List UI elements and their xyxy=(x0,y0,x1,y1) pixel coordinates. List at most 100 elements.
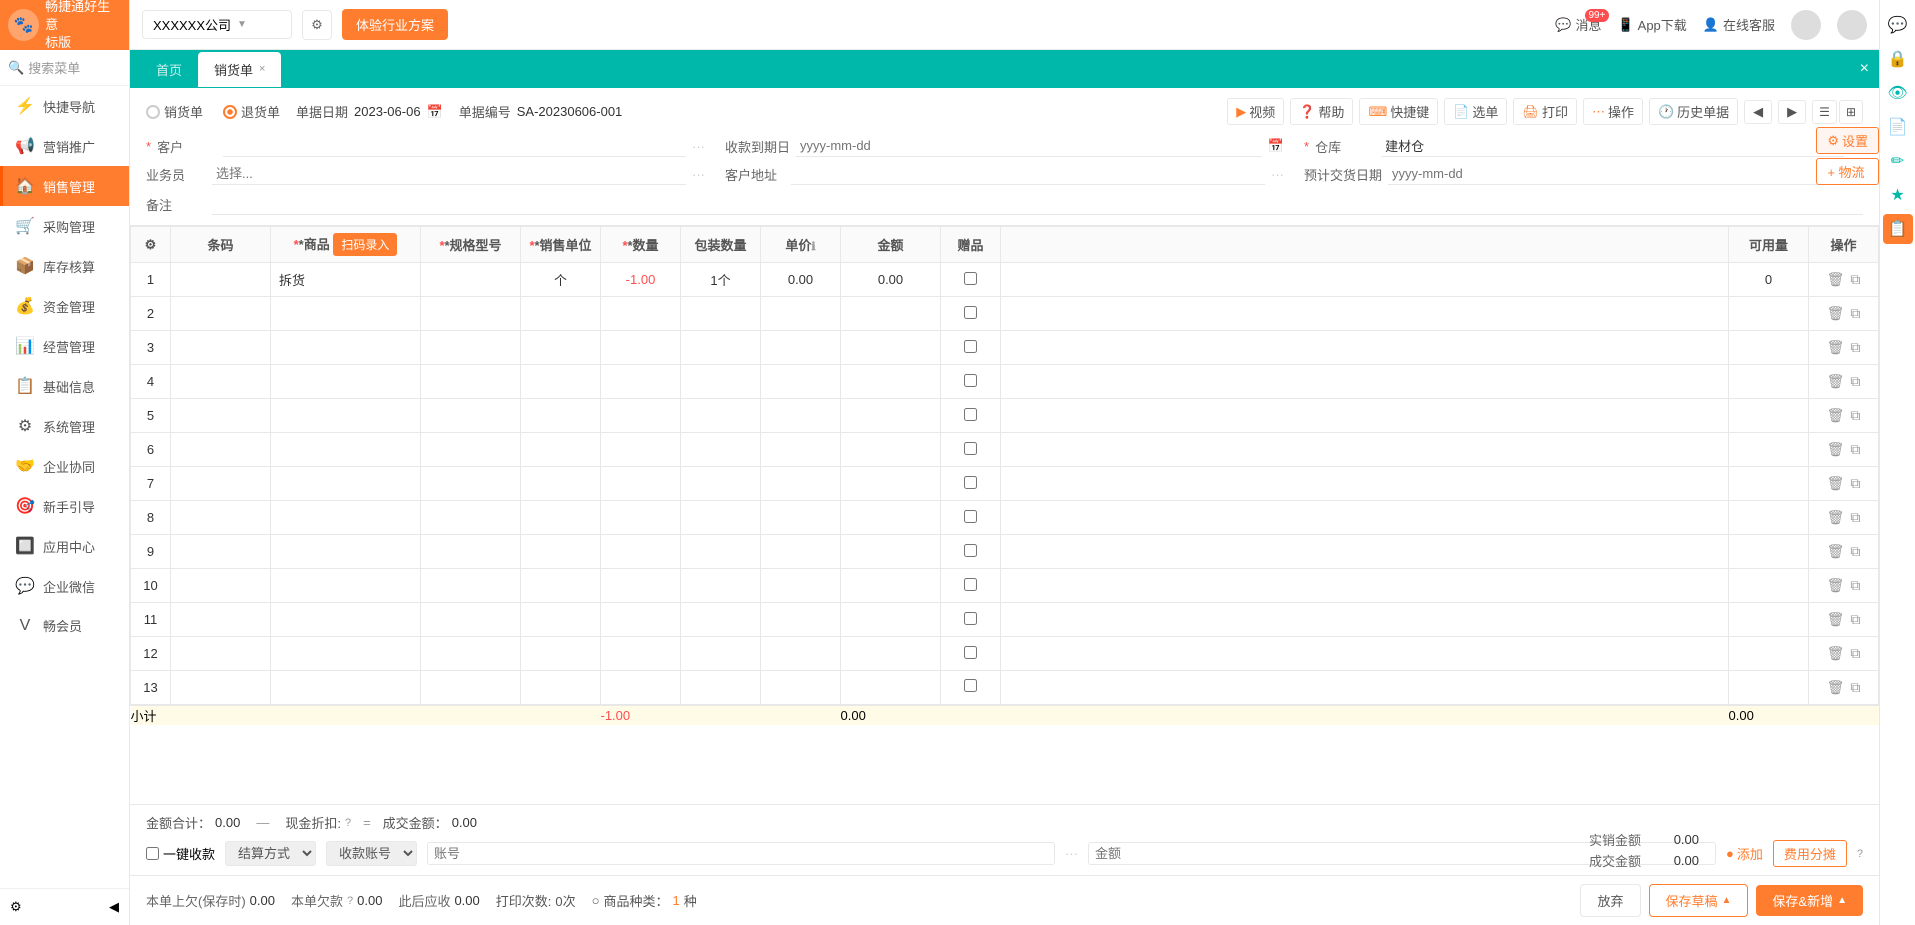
row-pkg-qty[interactable] xyxy=(681,535,761,569)
tab-close-icon[interactable]: × xyxy=(259,63,265,75)
row-barcode[interactable] xyxy=(171,603,271,637)
row-amount[interactable] xyxy=(841,297,941,331)
settings-gear-button[interactable]: ⚙ xyxy=(302,10,332,40)
row-barcode[interactable] xyxy=(171,467,271,501)
row-spec[interactable] xyxy=(421,535,521,569)
row-amount[interactable] xyxy=(841,331,941,365)
row-gift[interactable] xyxy=(941,297,1001,331)
row-spec[interactable] xyxy=(421,331,521,365)
calendar-icon[interactable]: 📅 xyxy=(427,104,443,120)
row-unit[interactable] xyxy=(521,399,601,433)
copy-row-icon[interactable]: ⧉ xyxy=(1850,339,1860,356)
row-qty[interactable] xyxy=(601,399,681,433)
delete-row-icon[interactable]: 🗑 xyxy=(1827,577,1845,594)
row-qty[interactable] xyxy=(601,569,681,603)
row-amount[interactable] xyxy=(841,637,941,671)
row-unit-price[interactable] xyxy=(761,637,841,671)
delete-row-icon[interactable]: 🗑 xyxy=(1827,509,1845,526)
row-gift[interactable] xyxy=(941,331,1001,365)
row-pkg-qty[interactable]: 1个 xyxy=(681,263,761,297)
customer-input[interactable] xyxy=(223,135,686,157)
row-pkg-qty[interactable] xyxy=(681,501,761,535)
select-button[interactable]: 📄 选单 xyxy=(1444,98,1507,125)
row-product[interactable] xyxy=(271,365,421,399)
help-button[interactable]: ❓ 帮助 xyxy=(1290,98,1353,125)
sidebar-item-enterprise[interactable]: 🤝 企业协同 xyxy=(0,446,129,486)
row-gift[interactable] xyxy=(941,569,1001,603)
row-operations[interactable]: 🗑 ⧉ xyxy=(1809,297,1879,331)
sidebar-item-system[interactable]: ⚙ 系统管理 xyxy=(0,406,129,446)
copy-row-icon[interactable]: ⧉ xyxy=(1850,373,1860,390)
payment-checkbox-input[interactable] xyxy=(146,847,159,860)
logistics-action-button[interactable]: + 物流 xyxy=(1816,158,1879,185)
row-spec[interactable] xyxy=(421,501,521,535)
row-unit-price[interactable] xyxy=(761,331,841,365)
search-menu[interactable]: 🔍 搜索菜单 xyxy=(0,50,129,86)
remarks-input[interactable] xyxy=(212,193,1863,215)
row-barcode[interactable] xyxy=(171,501,271,535)
tab-home[interactable]: 首页 xyxy=(140,52,198,87)
delete-row-icon[interactable]: 🗑 xyxy=(1827,543,1845,560)
row-unit[interactable] xyxy=(521,535,601,569)
copy-row-icon[interactable]: ⧉ xyxy=(1850,611,1860,628)
dots-icon[interactable]: ··· xyxy=(1065,846,1078,861)
payment-date-input[interactable] xyxy=(796,135,1262,157)
right-sidebar-edit-icon[interactable]: ✏ xyxy=(1883,146,1913,176)
row-operations[interactable]: 🗑 ⧉ xyxy=(1809,263,1879,297)
row-qty[interactable] xyxy=(601,297,681,331)
save-new-button[interactable]: 保存&新增 ▲ xyxy=(1756,885,1863,916)
row-unit[interactable] xyxy=(521,671,601,705)
right-sidebar-lock-icon[interactable]: 🔒 xyxy=(1883,44,1913,74)
row-qty[interactable] xyxy=(601,535,681,569)
row-gift[interactable] xyxy=(941,501,1001,535)
copy-row-icon[interactable]: ⧉ xyxy=(1850,475,1860,492)
salesperson-input[interactable] xyxy=(212,163,686,185)
row-unit[interactable] xyxy=(521,433,601,467)
settle-method-select[interactable]: 结算方式 xyxy=(225,841,316,866)
right-sidebar-chat-icon[interactable]: 💬 xyxy=(1883,10,1913,40)
delete-row-icon[interactable]: 🗑 xyxy=(1827,645,1845,662)
layout-list-button[interactable]: ☰ xyxy=(1812,100,1837,124)
row-operations[interactable]: 🗑 ⧉ xyxy=(1809,365,1879,399)
row-pkg-qty[interactable] xyxy=(681,569,761,603)
row-product[interactable] xyxy=(271,331,421,365)
row-spec[interactable] xyxy=(421,467,521,501)
expense-split-button[interactable]: 费用分摊 xyxy=(1773,840,1847,867)
settings-action-button[interactable]: ⚙ 设置 xyxy=(1816,127,1879,154)
avatar[interactable] xyxy=(1791,10,1821,40)
delete-row-icon[interactable]: 🗑 xyxy=(1827,339,1845,356)
row-unit-price[interactable] xyxy=(761,603,841,637)
row-unit[interactable] xyxy=(521,467,601,501)
sidebar-item-inventory[interactable]: 📦 库存核算 xyxy=(0,246,129,286)
row-product[interactable] xyxy=(271,637,421,671)
row-qty[interactable] xyxy=(601,637,681,671)
row-pkg-qty[interactable] xyxy=(681,637,761,671)
row-pkg-qty[interactable] xyxy=(681,671,761,705)
delete-row-icon[interactable]: 🗑 xyxy=(1827,373,1845,390)
row-amount[interactable] xyxy=(841,569,941,603)
sidebar-item-purchase[interactable]: 🛒 采购管理 xyxy=(0,206,129,246)
row-amount[interactable] xyxy=(841,399,941,433)
history-button[interactable]: 🕐 历史单据 xyxy=(1649,98,1738,125)
row-barcode[interactable] xyxy=(171,433,271,467)
customer-addr-dots-icon[interactable]: ··· xyxy=(1271,167,1284,182)
layout-grid-button[interactable]: ⊞ xyxy=(1839,100,1863,124)
row-pkg-qty[interactable] xyxy=(681,331,761,365)
copy-row-icon[interactable]: ⧉ xyxy=(1850,679,1860,696)
copy-row-icon[interactable]: ⧉ xyxy=(1850,441,1860,458)
row-barcode[interactable] xyxy=(171,297,271,331)
row-qty[interactable] xyxy=(601,433,681,467)
row-barcode[interactable] xyxy=(171,365,271,399)
row-unit-price[interactable] xyxy=(761,501,841,535)
row-qty[interactable] xyxy=(601,467,681,501)
copy-row-icon[interactable]: ⧉ xyxy=(1850,509,1860,526)
row-spec[interactable] xyxy=(421,399,521,433)
row-unit-price[interactable] xyxy=(761,535,841,569)
row-qty[interactable] xyxy=(601,331,681,365)
row-pkg-qty[interactable] xyxy=(681,297,761,331)
account-input[interactable] xyxy=(427,842,1055,865)
sidebar-item-app-center[interactable]: 🔲 应用中心 xyxy=(0,526,129,566)
right-sidebar-action-icon[interactable]: 📋 xyxy=(1883,214,1913,244)
row-spec[interactable] xyxy=(421,297,521,331)
row-qty[interactable] xyxy=(601,365,681,399)
